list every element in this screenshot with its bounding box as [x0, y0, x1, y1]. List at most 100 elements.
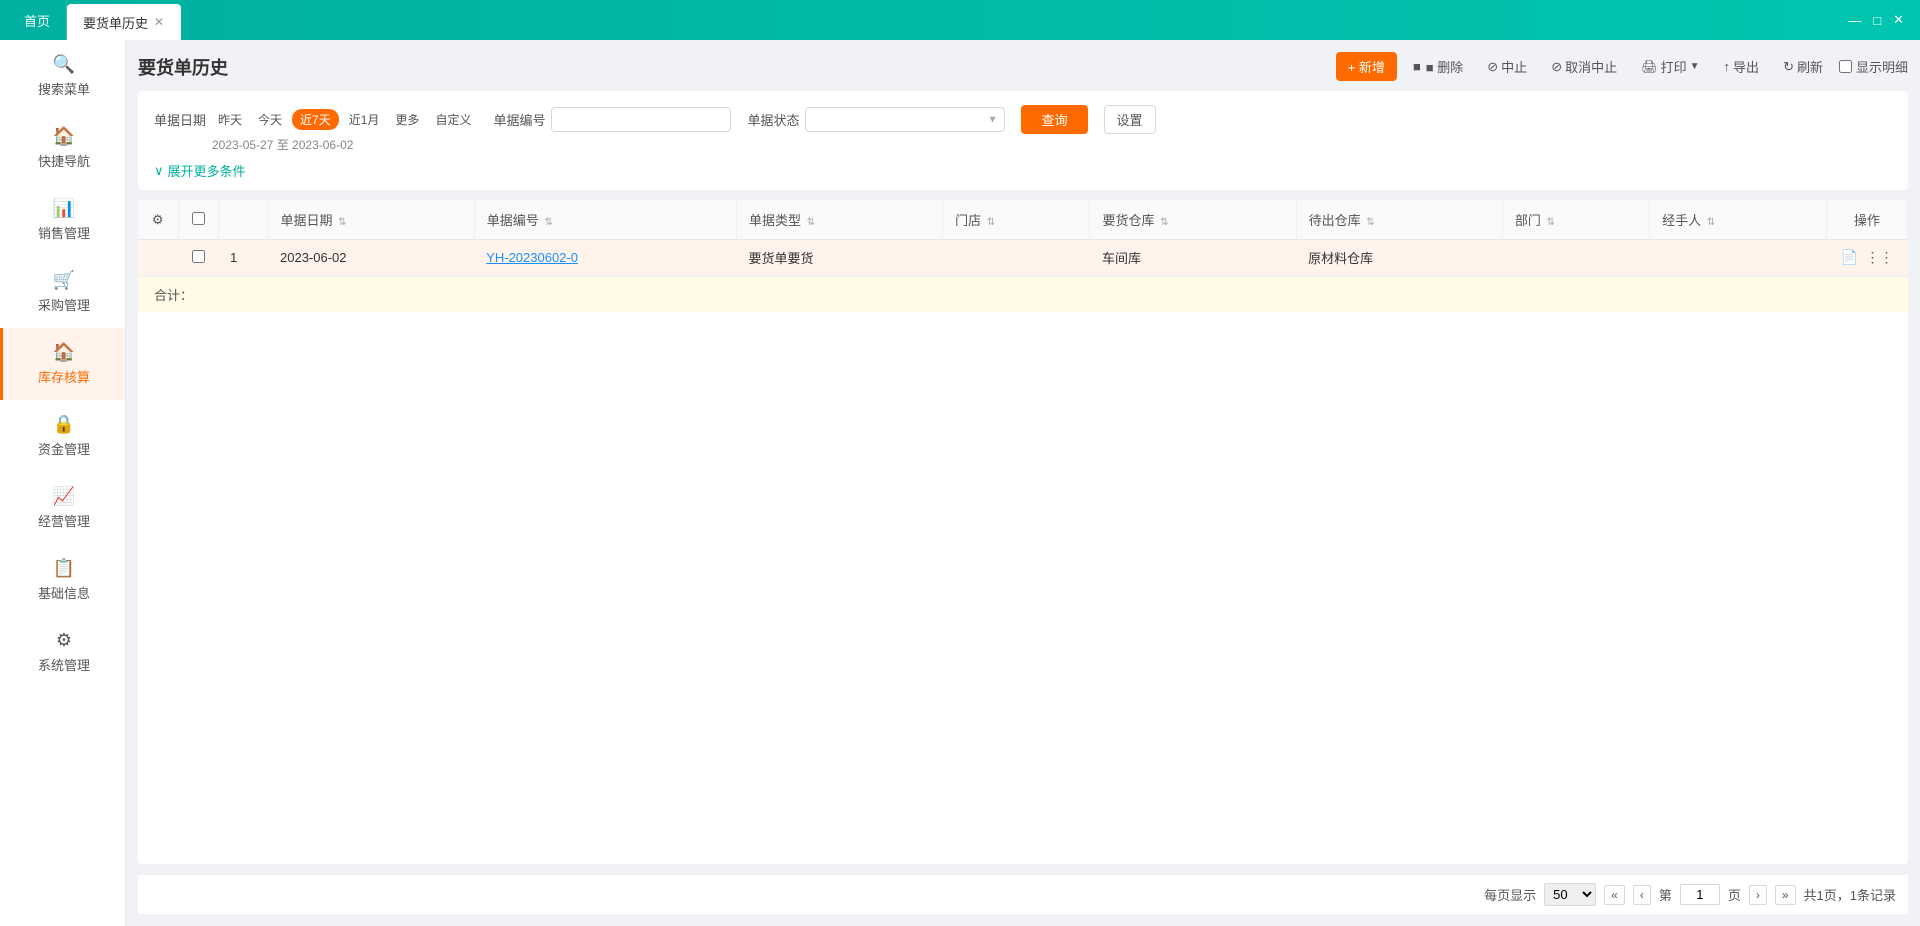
export-button[interactable]: ↑ 导出 — [1716, 53, 1768, 80]
row-date: 2023-06-02 — [268, 240, 474, 276]
col-order-no[interactable]: 单据编号 ⇅ — [474, 200, 736, 240]
main-layout: 🔍 搜索菜单 🏠 快捷导航 📊 销售管理 🛒 采购管理 🏠 库存核算 🔒 资金管… — [0, 40, 1920, 926]
row-edit-icon[interactable]: 📄 — [1840, 249, 1857, 265]
window-controls: — □ ✕ — [1848, 12, 1912, 28]
settings-button[interactable]: 设置 — [1104, 105, 1156, 134]
shortcut-7days[interactable]: 近7天 — [292, 109, 339, 130]
col-date-sort-icon: ⇅ — [338, 217, 346, 228]
order-no-input[interactable] — [551, 107, 731, 132]
sidebar-item-operations[interactable]: 📈 经营管理 — [0, 472, 125, 544]
row-checkbox[interactable] — [192, 250, 205, 263]
cancel-stop-button[interactable]: ⊘ 取消中止 — [1543, 53, 1625, 80]
col-department[interactable]: 部门 ⇅ — [1502, 200, 1649, 240]
shortcut-yesterday[interactable]: 昨天 — [212, 109, 248, 130]
col-handler[interactable]: 经手人 ⇅ — [1650, 200, 1827, 240]
minimize-icon[interactable]: — — [1848, 13, 1861, 28]
sidebar-item-inventory[interactable]: 🏠 库存核算 — [0, 328, 125, 400]
row-order-no-link[interactable]: YH-20230602-0 — [486, 250, 578, 265]
row-delete-icon[interactable]: ⋮⋮ — [1866, 249, 1894, 265]
display-detail-toggle[interactable]: 显示明细 — [1839, 57, 1908, 76]
first-page-button[interactable]: « — [1604, 885, 1625, 905]
status-filter-group: 单据状态 ▼ — [747, 107, 1005, 132]
stop-button[interactable]: ⊘ 中止 — [1479, 53, 1535, 80]
col-order-type-sort-icon: ⇅ — [807, 217, 815, 228]
tab-order-history[interactable]: 要货单历史 ✕ — [67, 4, 181, 40]
operations-icon: 📈 — [53, 486, 75, 507]
tab-close-icon[interactable]: ✕ — [154, 15, 164, 29]
cancel-stop-label: 取消中止 — [1565, 57, 1617, 76]
filter-panel: 单据日期 昨天 今天 近7天 近1月 更多 自定义 单据编号 — [138, 91, 1908, 190]
row-checkbox-cell[interactable] — [178, 240, 218, 276]
filter-row-1: 单据日期 昨天 今天 近7天 近1月 更多 自定义 单据编号 — [154, 105, 1892, 134]
shortcut-1month[interactable]: 近1月 — [343, 109, 386, 130]
close-icon[interactable]: ✕ — [1893, 12, 1904, 28]
content-area: 要货单历史 + 新增 ■ ■ 删除 ⊘ 中止 ⊘ 取消中止 🖨 打印 — [126, 40, 1920, 926]
print-button[interactable]: 🖨 打印 ▼ — [1633, 53, 1707, 80]
date-filter-label: 单据日期 — [154, 110, 206, 129]
basic-info-icon: 📋 — [53, 558, 75, 579]
order-no-label: 单据编号 — [493, 110, 545, 129]
col-ops-label: 操作 — [1854, 213, 1880, 228]
refresh-button[interactable]: ↻ 刷新 — [1775, 53, 1831, 80]
sidebar-item-purchase-mgmt[interactable]: 🛒 采购管理 — [0, 256, 125, 328]
col-num — [218, 200, 268, 240]
row-pending-warehouse: 原材料仓库 — [1296, 240, 1502, 276]
display-detail-checkbox[interactable] — [1839, 60, 1852, 73]
query-button[interactable]: 查询 — [1021, 105, 1087, 134]
date-filter-group: 单据日期 昨天 今天 近7天 近1月 更多 自定义 — [154, 109, 477, 130]
tab-home-label: 首页 — [24, 11, 50, 30]
sidebar-item-system-mgmt[interactable]: ⚙ 系统管理 — [0, 616, 125, 688]
sidebar-item-finance[interactable]: 🔒 资金管理 — [0, 400, 125, 472]
inventory-icon: 🏠 — [53, 342, 75, 363]
page-input[interactable] — [1680, 884, 1720, 905]
display-detail-label: 显示明细 — [1856, 57, 1908, 76]
date-range-display: 2023-05-27 至 2023-06-02 — [212, 136, 1892, 153]
col-ops: 操作 — [1826, 200, 1907, 240]
delete-button[interactable]: ■ ■ 删除 — [1405, 53, 1471, 80]
shortcut-more[interactable]: 更多 — [389, 109, 425, 130]
print-icon: 🖨 — [1641, 59, 1658, 75]
col-order-type[interactable]: 单据类型 ⇅ — [736, 200, 942, 240]
col-handler-sort-icon: ⇅ — [1707, 217, 1715, 228]
sidebar-item-search-menu[interactable]: 🔍 搜索菜单 — [0, 40, 125, 112]
shortcut-today[interactable]: 今天 — [252, 109, 288, 130]
shortcut-custom[interactable]: 自定义 — [429, 109, 477, 130]
table-row[interactable]: 1 2023-06-02 YH-20230602-0 要货单要货 车间库 原材料… — [138, 240, 1908, 276]
status-select[interactable] — [805, 107, 1005, 132]
select-all-checkbox[interactable] — [192, 212, 205, 225]
summary-label: 合计： — [154, 285, 193, 304]
data-table: ⚙ 单据日期 ⇅ 单据编号 ⇅ — [138, 200, 1908, 276]
col-store[interactable]: 门店 ⇅ — [943, 200, 1090, 240]
sidebar-item-basic-info[interactable]: 📋 基础信息 — [0, 544, 125, 616]
row-num: 1 — [218, 240, 268, 276]
sidebar-item-sales-mgmt[interactable]: 📊 销售管理 — [0, 184, 125, 256]
table-head: ⚙ 单据日期 ⇅ 单据编号 ⇅ — [138, 200, 1908, 240]
sidebar-item-quick-nav[interactable]: 🏠 快捷导航 — [0, 112, 125, 184]
new-button[interactable]: + 新增 — [1336, 52, 1397, 81]
row-order-no[interactable]: YH-20230602-0 — [474, 240, 736, 276]
col-req-warehouse-sort-icon: ⇅ — [1160, 217, 1168, 228]
col-date-label: 单据日期 — [281, 213, 333, 228]
next-page-button[interactable]: › — [1749, 885, 1767, 905]
page-label: 第 — [1659, 885, 1672, 904]
sidebar-item-purchase-mgmt-label: 采购管理 — [38, 295, 90, 314]
refresh-label: 刷新 — [1797, 57, 1823, 76]
col-date[interactable]: 单据日期 ⇅ — [268, 200, 474, 240]
col-select-all[interactable] — [178, 200, 218, 240]
maximize-icon[interactable]: □ — [1873, 13, 1881, 28]
prev-page-button[interactable]: ‹ — [1633, 885, 1651, 905]
expand-more-btn[interactable]: ∨ 展开更多条件 — [154, 161, 1892, 180]
tab-home[interactable]: 首页 — [8, 0, 67, 40]
stop-label: 中止 — [1501, 57, 1527, 76]
col-pending-warehouse[interactable]: 待出仓库 ⇅ — [1296, 200, 1502, 240]
sidebar-item-sales-mgmt-label: 销售管理 — [38, 223, 90, 242]
last-page-button[interactable]: » — [1775, 885, 1796, 905]
tab-order-history-label: 要货单历史 — [83, 13, 148, 32]
sidebar: 🔍 搜索菜单 🏠 快捷导航 📊 销售管理 🛒 采购管理 🏠 库存核算 🔒 资金管… — [0, 40, 126, 926]
col-req-warehouse[interactable]: 要货仓库 ⇅ — [1090, 200, 1296, 240]
col-settings[interactable]: ⚙ — [138, 200, 178, 240]
col-pending-warehouse-label: 待出仓库 — [1309, 213, 1361, 228]
page-size-select[interactable]: 50 100 200 — [1544, 883, 1596, 906]
system-mgmt-icon: ⚙ — [56, 630, 72, 651]
export-label: 导出 — [1733, 57, 1759, 76]
